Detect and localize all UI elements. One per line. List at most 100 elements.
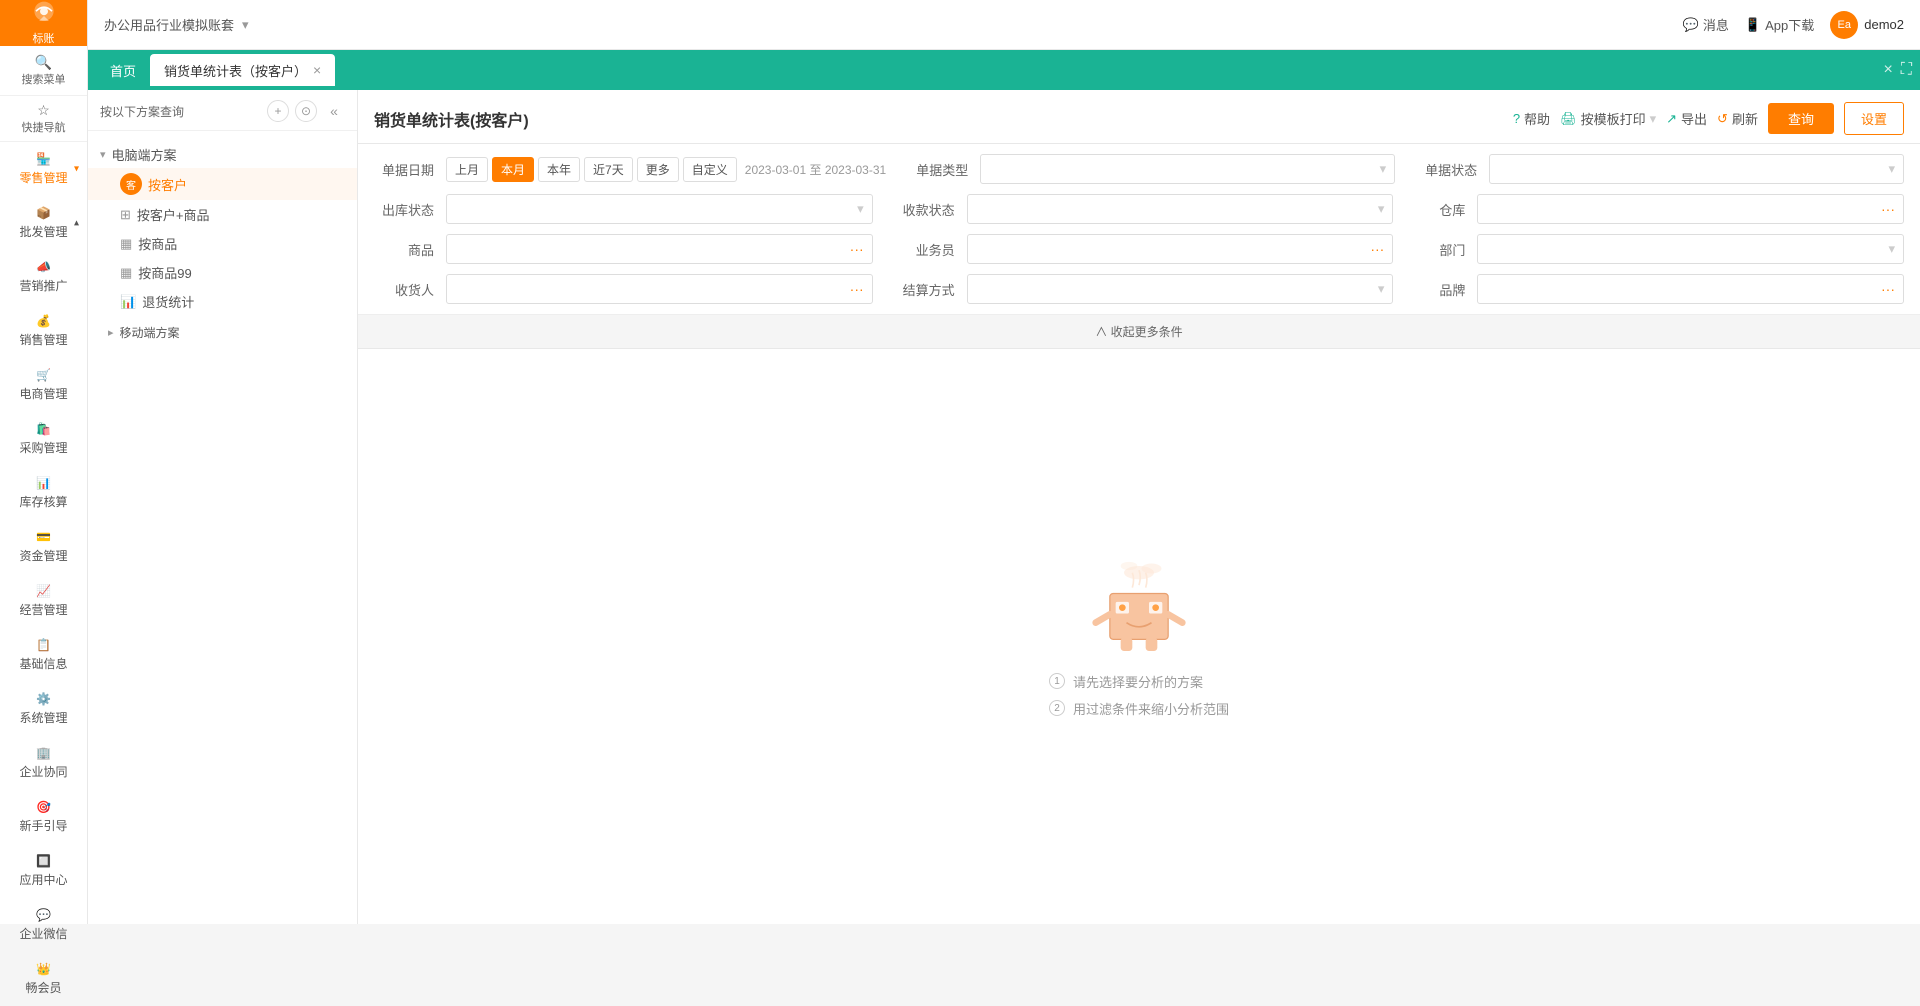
wholesale-icon: 📦 [36, 206, 51, 220]
customer-product-icon: ⊞ [120, 207, 131, 223]
sidebar-item-marketing[interactable]: 📣 营销推广 [0, 250, 87, 304]
customer-product-label: 按客户+商品 [137, 205, 210, 224]
tree-group-pc-header[interactable]: ▾ 电脑端方案 [88, 141, 357, 168]
product-label: 商品 [374, 240, 434, 259]
platform-dropdown-icon[interactable]: ▾ [242, 17, 249, 33]
tree-item-return-stat[interactable]: 📊 退货统计 [88, 287, 357, 316]
tree-item-customer-product[interactable]: ⊞ 按客户+商品 [88, 200, 357, 229]
tab-home[interactable]: 首页 [96, 54, 150, 86]
date-more[interactable]: 更多 [637, 157, 679, 182]
sidebar-nav-quick[interactable]: ☆ 快捷导航 [0, 96, 87, 142]
collapse-filter-btn[interactable]: ∧ 收起更多条件 [358, 315, 1920, 349]
tab-maximize[interactable]: ⛶ [1901, 61, 1912, 79]
sidebar-item-system[interactable]: ⚙️ 系统管理 [0, 682, 87, 736]
sidebar-item-purchase[interactable]: 🛍️ 采购管理 [0, 412, 87, 466]
tab-sales-stat[interactable]: 销货单统计表（按客户） × [150, 54, 335, 86]
add-scheme-btn[interactable]: + [267, 100, 289, 122]
sidebar-item-wholesale[interactable]: 📦 批发管理 ▴ [0, 196, 87, 250]
sidebar-item-operation[interactable]: 📈 经营管理 [0, 574, 87, 628]
refresh-btn[interactable]: ↺ 刷新 [1717, 109, 1758, 128]
sidebar-item-ecommerce[interactable]: 🛒 电商管理 [0, 358, 87, 412]
user-info[interactable]: Ea demo2 [1830, 11, 1904, 39]
brand-dots[interactable]: ··· [1881, 281, 1895, 297]
order-status-select[interactable]: ▾ [1489, 154, 1904, 184]
sidebar-item-member[interactable]: 👑 畅会员 [0, 952, 87, 1006]
date-custom[interactable]: 自定义 [683, 157, 737, 182]
print-btn[interactable]: 🖨 按模板打印 ▾ [1560, 109, 1656, 128]
sidebar-item-inventory[interactable]: 📊 库存核算 [0, 466, 87, 520]
sidebar-finance-label: 资金管理 [19, 547, 67, 564]
tip-2-text: 用过滤条件来缩小分析范围 [1073, 699, 1229, 718]
brand-select[interactable]: ··· [1477, 274, 1904, 304]
sidebar-item-finance[interactable]: 💳 资金管理 [0, 520, 87, 574]
app-logo: 标账 [0, 0, 87, 46]
refresh-label: 刷新 [1732, 109, 1758, 128]
date-this-month[interactable]: 本月 [492, 157, 534, 182]
date-last-7days[interactable]: 近7天 [584, 157, 633, 182]
tree-item-by-product[interactable]: ▦ 按商品 [88, 229, 357, 258]
sidebar-item-retail[interactable]: 🏪 零售管理 ▾ [0, 142, 87, 196]
query-btn[interactable]: 查询 [1768, 103, 1834, 134]
settings-btn[interactable]: 设置 [1844, 102, 1904, 135]
help-btn[interactable]: ? 帮助 [1513, 109, 1550, 128]
sidebar-item-enterprise[interactable]: 🏢 企业协同 [0, 736, 87, 790]
empty-tip-2: 2 用过滤条件来缩小分析范围 [1049, 699, 1229, 718]
by-product-99-label: 按商品99 [138, 263, 191, 282]
home-tab-label: 首页 [110, 61, 136, 80]
mobile-group-label: 移动端方案 [120, 324, 180, 341]
tip-1-text: 请先选择要分析的方案 [1073, 672, 1203, 691]
payment-select[interactable]: ▾ [967, 194, 1394, 224]
tree-group-mobile-header[interactable]: ▸ 移动端方案 [88, 320, 357, 345]
date-this-year[interactable]: 本年 [538, 157, 580, 182]
sidebar-basic-label: 基础信息 [19, 655, 67, 672]
department-select[interactable]: ▾ [1477, 234, 1904, 264]
platform-title: 办公用品行业模拟账套 [104, 15, 234, 34]
page-header: 销货单统计表(按客户) ? 帮助 🖨 按模板打印 ▾ ↗ [358, 90, 1920, 144]
salesperson-select[interactable]: ··· [967, 234, 1394, 264]
sidebar-item-sales[interactable]: 💰 销售管理 [0, 304, 87, 358]
tree-item-by-customer[interactable]: 客 按客户 [88, 168, 357, 200]
sidebar-search[interactable]: 🔍 搜索菜单 [0, 46, 87, 96]
product-dots[interactable]: ··· [850, 241, 864, 257]
sidebar-item-apps[interactable]: 🔲 应用中心 [0, 844, 87, 898]
filter-section: 单据日期 上月 本月 本年 近7天 更多 自定义 2023-03-01 至 20… [358, 144, 1920, 315]
export-btn[interactable]: ↗ 导出 [1666, 109, 1707, 128]
order-type-label: 单据类型 [898, 160, 968, 179]
content-wrapper: 按以下方案查询 + ⊙ « ▾ 电脑端方案 客 按客户 [88, 90, 1920, 924]
settings-scheme-btn[interactable]: ⊙ [295, 100, 317, 122]
delivery-select[interactable]: ▾ [446, 194, 873, 224]
order-type-select[interactable]: ▾ [980, 154, 1395, 184]
date-last-month[interactable]: 上月 [446, 157, 488, 182]
sidebar-item-basic[interactable]: 📋 基础信息 [0, 628, 87, 682]
app-download-btn[interactable]: 📱 App下载 [1745, 15, 1814, 34]
product-icon: ▦ [120, 236, 132, 252]
sidebar-item-guide[interactable]: 🎯 新手引导 [0, 790, 87, 844]
sidebar-item-wechat[interactable]: 💬 企业微信 [0, 898, 87, 952]
message-label: 消息 [1703, 15, 1729, 34]
tree-item-by-product-99[interactable]: ▦ 按商品99 [88, 258, 357, 287]
return-stat-label: 退货统计 [142, 292, 194, 311]
salesperson-dots[interactable]: ··· [1370, 241, 1384, 257]
search-label: 搜索菜单 [6, 71, 81, 87]
tree-group-mobile: ▸ 移动端方案 [88, 318, 357, 347]
basic-icon: 📋 [36, 638, 51, 652]
by-product-label: 按商品 [138, 234, 177, 253]
sales-icon: 💰 [36, 314, 51, 328]
apps-icon: 🔲 [36, 854, 51, 868]
order-type-arrow: ▾ [1380, 161, 1387, 177]
tab-close-all[interactable]: × [1883, 61, 1892, 79]
by-customer-label: 按客户 [148, 175, 187, 194]
brand-label: 品牌 [1405, 280, 1465, 299]
settlement-select[interactable]: ▾ [967, 274, 1394, 304]
app-download-icon: 📱 [1745, 17, 1761, 33]
message-btn[interactable]: 💬 消息 [1683, 15, 1729, 34]
product-select[interactable]: ··· [446, 234, 873, 264]
order-status-arrow: ▾ [1888, 161, 1895, 177]
warehouse-select[interactable]: ··· [1477, 194, 1904, 224]
warehouse-dots[interactable]: ··· [1881, 201, 1895, 217]
receiver-dots[interactable]: ··· [850, 281, 864, 297]
collapse-panel-btn[interactable]: « [323, 100, 345, 122]
product99-icon: ▦ [120, 265, 132, 281]
receiver-select[interactable]: ··· [446, 274, 873, 304]
tab-close-btn[interactable]: × [313, 63, 321, 77]
